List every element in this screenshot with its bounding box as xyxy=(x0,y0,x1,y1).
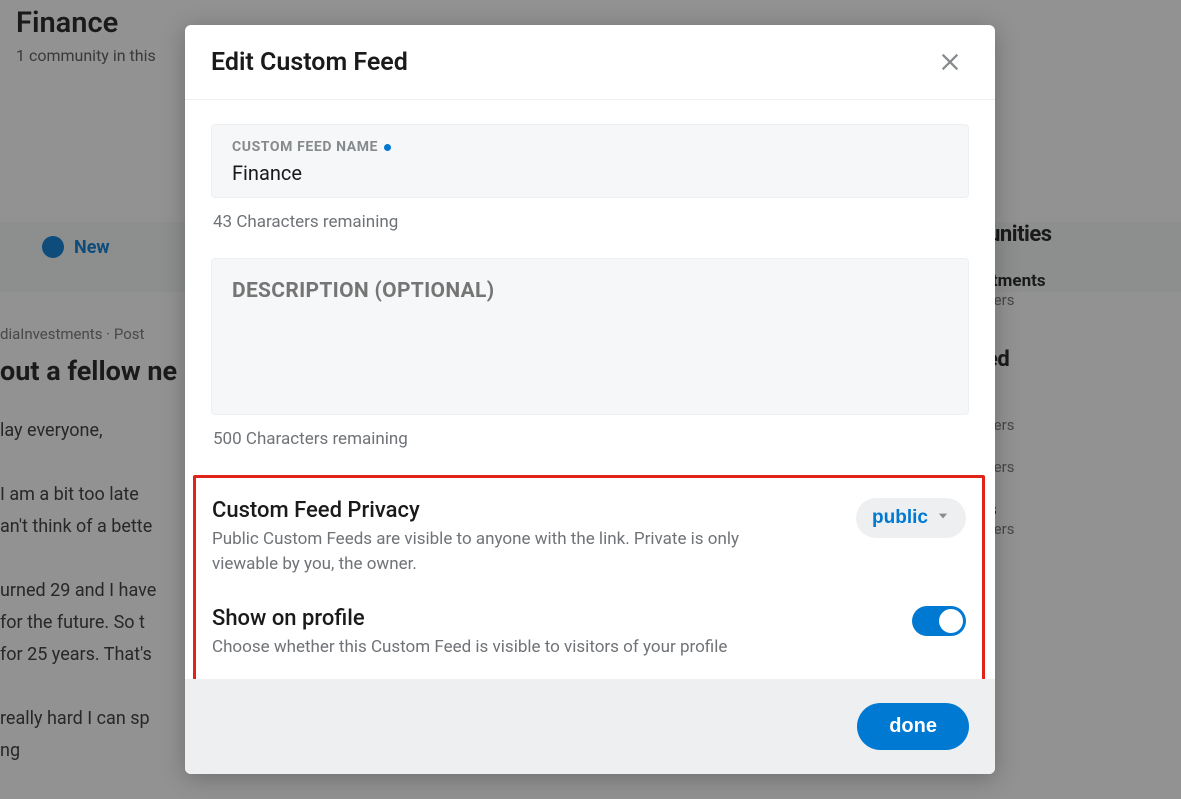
show-on-profile-toggle[interactable] xyxy=(912,606,966,636)
privacy-value: public xyxy=(872,507,928,529)
modal-body: CUSTOM FEED NAME 43 Characters remaining… xyxy=(185,100,995,679)
close-button[interactable] xyxy=(933,45,967,79)
chevron-down-icon xyxy=(936,507,950,529)
required-dot-icon xyxy=(384,144,391,151)
privacy-description: Public Custom Feeds are visible to anyon… xyxy=(212,527,792,576)
field-label-text: CUSTOM FEED NAME xyxy=(232,139,378,155)
privacy-title: Custom Feed Privacy xyxy=(212,498,828,523)
description-field[interactable] xyxy=(211,258,969,415)
annotation-highlight: Custom Feed Privacy Public Custom Feeds … xyxy=(193,475,985,679)
description-textarea[interactable] xyxy=(232,279,948,394)
edit-custom-feed-modal: Edit Custom Feed CUSTOM FEED NAME 43 Cha… xyxy=(185,25,995,774)
show-on-profile-row: Show on profile Choose whether this Cust… xyxy=(212,598,966,668)
done-button[interactable]: done xyxy=(857,703,969,750)
custom-feed-name-input[interactable] xyxy=(232,161,948,185)
modal-header: Edit Custom Feed xyxy=(185,25,995,100)
custom-feed-name-field[interactable]: CUSTOM FEED NAME xyxy=(211,124,969,198)
desc-char-remaining: 500 Characters remaining xyxy=(213,429,967,449)
modal-title: Edit Custom Feed xyxy=(211,48,408,77)
show-on-profile-description: Choose whether this Custom Feed is visib… xyxy=(212,635,792,660)
close-icon xyxy=(939,61,961,76)
privacy-dropdown[interactable]: public xyxy=(856,498,966,538)
modal-footer: done xyxy=(185,679,995,774)
show-on-profile-title: Show on profile xyxy=(212,606,884,631)
field-label: CUSTOM FEED NAME xyxy=(232,139,948,155)
privacy-setting-row: Custom Feed Privacy Public Custom Feeds … xyxy=(212,490,966,584)
name-char-remaining: 43 Characters remaining xyxy=(213,212,967,232)
